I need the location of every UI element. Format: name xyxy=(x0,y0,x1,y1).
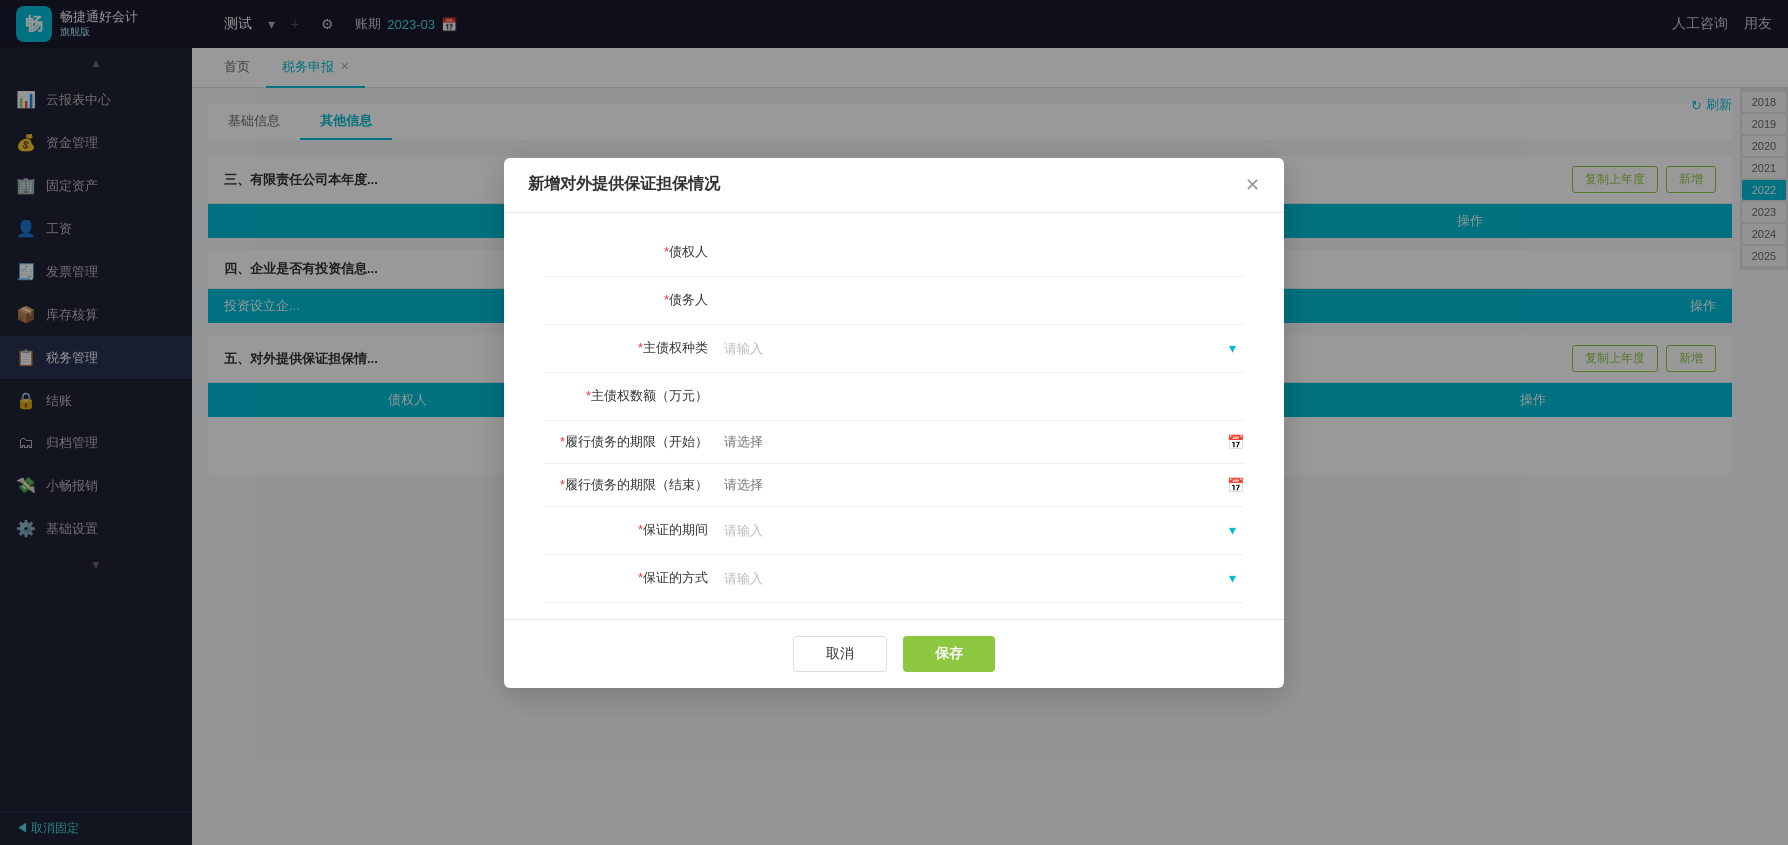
input-period-end[interactable] xyxy=(724,477,1227,492)
calendar-end-icon[interactable]: 📅 xyxy=(1227,477,1244,493)
dialog-header: 新增对外提供保证担保情况 ✕ xyxy=(504,158,1284,213)
save-button[interactable]: 保存 xyxy=(903,636,995,672)
calendar-start-icon[interactable]: 📅 xyxy=(1227,434,1244,450)
input-guarantee-period[interactable] xyxy=(724,519,1244,542)
field-debtor: *债务人 xyxy=(544,277,1244,325)
field-period-end: *履行债务的期限（结束） 📅 xyxy=(544,464,1244,507)
field-period-start: *履行债务的期限（开始） 📅 xyxy=(544,421,1244,464)
label-guarantee-period: *保证的期间 xyxy=(544,521,724,539)
label-debtor: *债务人 xyxy=(544,291,724,309)
field-guarantee-method: *保证的方式 ▾ xyxy=(544,555,1244,603)
dialog: 新增对外提供保证担保情况 ✕ *债权人 *债务人 *主债权种类 xyxy=(504,158,1284,688)
input-guarantee-method[interactable] xyxy=(724,567,1244,590)
dialog-close-btn[interactable]: ✕ xyxy=(1245,174,1260,196)
input-claim-amount[interactable] xyxy=(724,385,1244,408)
dialog-body: *债权人 *债务人 *主债权种类 ▾ xyxy=(504,213,1284,619)
dialog-overlay: 新增对外提供保证担保情况 ✕ *债权人 *债务人 *主债权种类 xyxy=(0,0,1788,845)
chevron-guarantee-period-icon: ▾ xyxy=(1229,522,1236,538)
chevron-claim-type-icon: ▾ xyxy=(1229,340,1236,356)
field-claim-amount: *主债权数额（万元） xyxy=(544,373,1244,421)
input-period-start[interactable] xyxy=(724,434,1227,449)
dialog-title: 新增对外提供保证担保情况 xyxy=(528,174,720,195)
label-claim-type: *主债权种类 xyxy=(544,339,724,357)
select-wrap-claim-type: ▾ xyxy=(724,337,1244,360)
chevron-guarantee-method-icon: ▾ xyxy=(1229,570,1236,586)
cancel-button[interactable]: 取消 xyxy=(793,636,887,672)
dialog-footer: 取消 保存 xyxy=(504,619,1284,688)
input-claim-type[interactable] xyxy=(724,337,1244,360)
label-claim-amount: *主债权数额（万元） xyxy=(544,387,724,405)
input-debtor[interactable] xyxy=(724,289,1244,312)
field-creditor: *债权人 xyxy=(544,229,1244,277)
input-creditor[interactable] xyxy=(724,241,1244,264)
label-period-start: *履行债务的期限（开始） xyxy=(544,433,724,451)
label-creditor: *债权人 xyxy=(544,243,724,261)
field-guarantee-period: *保证的期间 ▾ xyxy=(544,507,1244,555)
label-period-end: *履行债务的期限（结束） xyxy=(544,476,724,494)
field-claim-type: *主债权种类 ▾ xyxy=(544,325,1244,373)
label-guarantee-method: *保证的方式 xyxy=(544,569,724,587)
